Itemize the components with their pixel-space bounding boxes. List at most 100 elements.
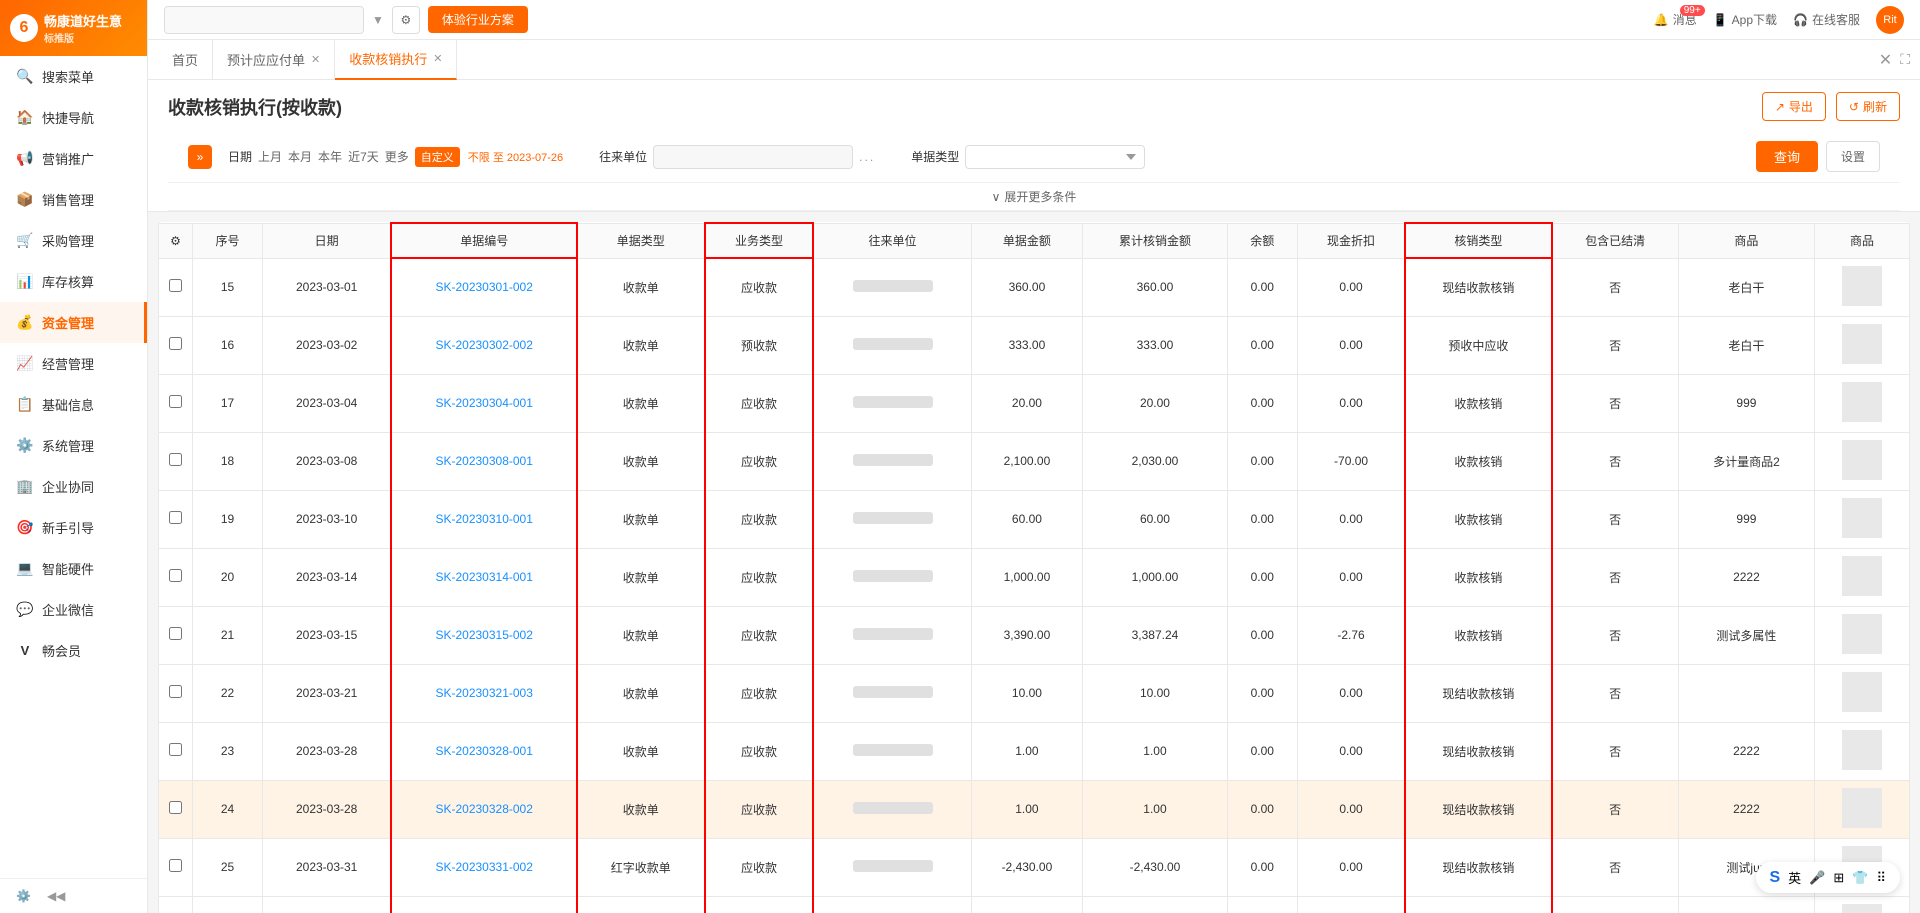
bill-no-link[interactable]: SK-20230315-002 (435, 628, 532, 642)
row-checkbox[interactable] (159, 838, 193, 896)
row-checkbox[interactable] (159, 490, 193, 548)
row-seq: 22 (193, 664, 263, 722)
row-checkbox[interactable] (159, 548, 193, 606)
sidebar-item-sales[interactable]: 📦 销售管理 (0, 179, 147, 220)
row-bill-no: SK-20230308-001 (391, 432, 577, 490)
finance-icon: 💰 (16, 314, 34, 332)
filter-date-custom-button[interactable]: 自定义 (415, 147, 460, 167)
row-bill-type: 红字收款单 (577, 838, 705, 896)
row-checkbox[interactable] (159, 722, 193, 780)
sidebar-item-inventory[interactable]: 📊 库存核算 (0, 261, 147, 302)
row-include-settled: 否 (1552, 606, 1679, 664)
filter-toggle-button[interactable]: » (188, 145, 212, 169)
sidebar-item-quicknav[interactable]: 🏠 快捷导航 (0, 97, 147, 138)
filter-date-this-month[interactable]: 本月 (288, 148, 312, 165)
filter-unit-input[interactable] (653, 145, 853, 169)
row-biz-type: 应收款 (705, 374, 814, 432)
row-goods: 123D商品 (1678, 896, 1814, 913)
row-checkbox[interactable] (159, 606, 193, 664)
sidebar-item-finance[interactable]: 💰 资金管理 (0, 302, 147, 343)
tab-home[interactable]: 首页 (158, 40, 213, 80)
sidebar-item-basic[interactable]: 📋 基础信息 (0, 384, 147, 425)
row-checkbox[interactable] (159, 664, 193, 722)
sidebar-item-operation[interactable]: 📈 经营管理 (0, 343, 147, 384)
sidebar-item-collab[interactable]: 🏢 企业协同 (0, 466, 147, 507)
row-cum-amount: 60.00 (1083, 490, 1228, 548)
filter-date-7days[interactable]: 近7天 (348, 148, 379, 165)
row-checkbox[interactable] (159, 258, 193, 316)
bill-no-link[interactable]: SK-20230331-002 (435, 860, 532, 874)
topbar-workspace: ▼ ⚙ 体验行业方案 (164, 6, 1644, 34)
row-biz-type: 应收款 (705, 258, 814, 316)
setting-button[interactable]: 设置 (1826, 141, 1880, 172)
row-write-off-type: 收款核销 (1405, 490, 1551, 548)
row-unit (813, 258, 971, 316)
ime-mic-icon[interactable]: 🎤 (1809, 870, 1825, 886)
filter-date-last-month[interactable]: 上月 (258, 148, 282, 165)
bill-no-link[interactable]: SK-20230304-001 (435, 396, 532, 410)
query-button[interactable]: 查询 (1756, 141, 1818, 172)
tab-collection[interactable]: 收款核销执行 ✕ (335, 40, 457, 80)
close-all-tabs-button[interactable]: ✕ (1879, 50, 1892, 70)
marketing-icon: 📢 (16, 150, 34, 168)
bill-no-link[interactable]: SK-20230310-001 (435, 512, 532, 526)
sidebar-item-system[interactable]: ⚙️ 系统管理 (0, 425, 147, 466)
row-bill-type: 收款单 (577, 606, 705, 664)
bill-no-link[interactable]: SK-20230302-002 (435, 338, 532, 352)
row-checkbox[interactable] (159, 432, 193, 490)
row-biz-type: 应收款 (705, 664, 814, 722)
system-icon: ⚙️ (16, 437, 34, 455)
tab-close-receivable[interactable]: ✕ (311, 53, 320, 66)
row-balance: 0.00 (1227, 606, 1297, 664)
messages-button[interactable]: 🔔 消息 99+ (1654, 11, 1697, 28)
expand-tabs-button[interactable]: ⛶ (1900, 51, 1910, 68)
export-button[interactable]: ↗ 导出 (1762, 92, 1826, 121)
filter-date-this-year[interactable]: 本年 (318, 148, 342, 165)
bill-no-link[interactable]: SK-20230321-003 (435, 686, 532, 700)
filter-expand-button[interactable]: ∨ 展开更多条件 (992, 188, 1077, 205)
app-download-button[interactable]: 📱 App下载 (1713, 11, 1777, 28)
collapse-icon[interactable]: ◀◀ (47, 889, 65, 903)
row-checkbox[interactable] (159, 780, 193, 838)
ime-english[interactable]: 英 (1788, 868, 1801, 887)
filter-date-more[interactable]: 更多 (385, 148, 409, 165)
tab-close-collection[interactable]: ✕ (433, 52, 442, 65)
bill-no-link[interactable]: SK-20230308-001 (435, 454, 532, 468)
row-balance: 0.00 (1227, 258, 1297, 316)
gear-button[interactable]: ⚙ (392, 6, 420, 34)
sidebar-item-member[interactable]: V 畅会员 (0, 630, 147, 671)
row-checkbox[interactable] (159, 374, 193, 432)
user-avatar[interactable]: Rit (1876, 6, 1904, 34)
sidebar-item-search[interactable]: 🔍 搜索菜单 (0, 56, 147, 97)
settings-icon[interactable]: ⚙️ (16, 889, 31, 903)
table-row: 18 2023-03-08 SK-20230308-001 收款单 应收款 2,… (159, 432, 1910, 490)
filter-bill-type-select[interactable] (965, 145, 1145, 169)
bill-no-link[interactable]: SK-20230328-001 (435, 744, 532, 758)
collab-icon: 🏢 (16, 478, 34, 496)
ime-bar: S 英 🎤 ⊞ 👕 ⠿ (1756, 862, 1901, 893)
filter-date-links: 上月 本月 本年 近7天 更多 (258, 148, 409, 165)
workspace-input[interactable] (164, 6, 364, 34)
ime-grid-icon[interactable]: ⊞ (1833, 870, 1844, 886)
tab-receivable[interactable]: 预计应应付单 ✕ (213, 40, 335, 80)
row-cum-amount: 10.00 (1083, 664, 1228, 722)
sidebar-item-purchase[interactable]: 🛒 采购管理 (0, 220, 147, 261)
bill-no-link[interactable]: SK-20230301-002 (435, 280, 532, 294)
phone-icon: 📱 (1713, 13, 1728, 27)
row-checkbox[interactable] (159, 316, 193, 374)
sidebar-item-hardware[interactable]: 💻 智能硬件 (0, 548, 147, 589)
bill-no-link[interactable]: SK-20230328-002 (435, 802, 532, 816)
sidebar-item-guide[interactable]: 🎯 新手引导 (0, 507, 147, 548)
ime-shirt-icon[interactable]: 👕 (1852, 870, 1868, 886)
online-service-button[interactable]: 🎧 在线客服 (1793, 11, 1860, 28)
row-checkbox[interactable] (159, 896, 193, 913)
th-gear[interactable]: ⚙ (159, 223, 193, 258)
bill-no-link[interactable]: SK-20230314-001 (435, 570, 532, 584)
ime-apps-icon[interactable]: ⠿ (1876, 870, 1886, 886)
row-biz-type: 应收款 (705, 490, 814, 548)
industry-solution-button[interactable]: 体验行业方案 (428, 6, 528, 33)
row-balance: 0.00 (1227, 664, 1297, 722)
refresh-button[interactable]: ↺ 刷新 (1836, 92, 1900, 121)
sidebar-item-marketing[interactable]: 📢 营销推广 (0, 138, 147, 179)
sidebar-item-wechat[interactable]: 💬 企业微信 (0, 589, 147, 630)
